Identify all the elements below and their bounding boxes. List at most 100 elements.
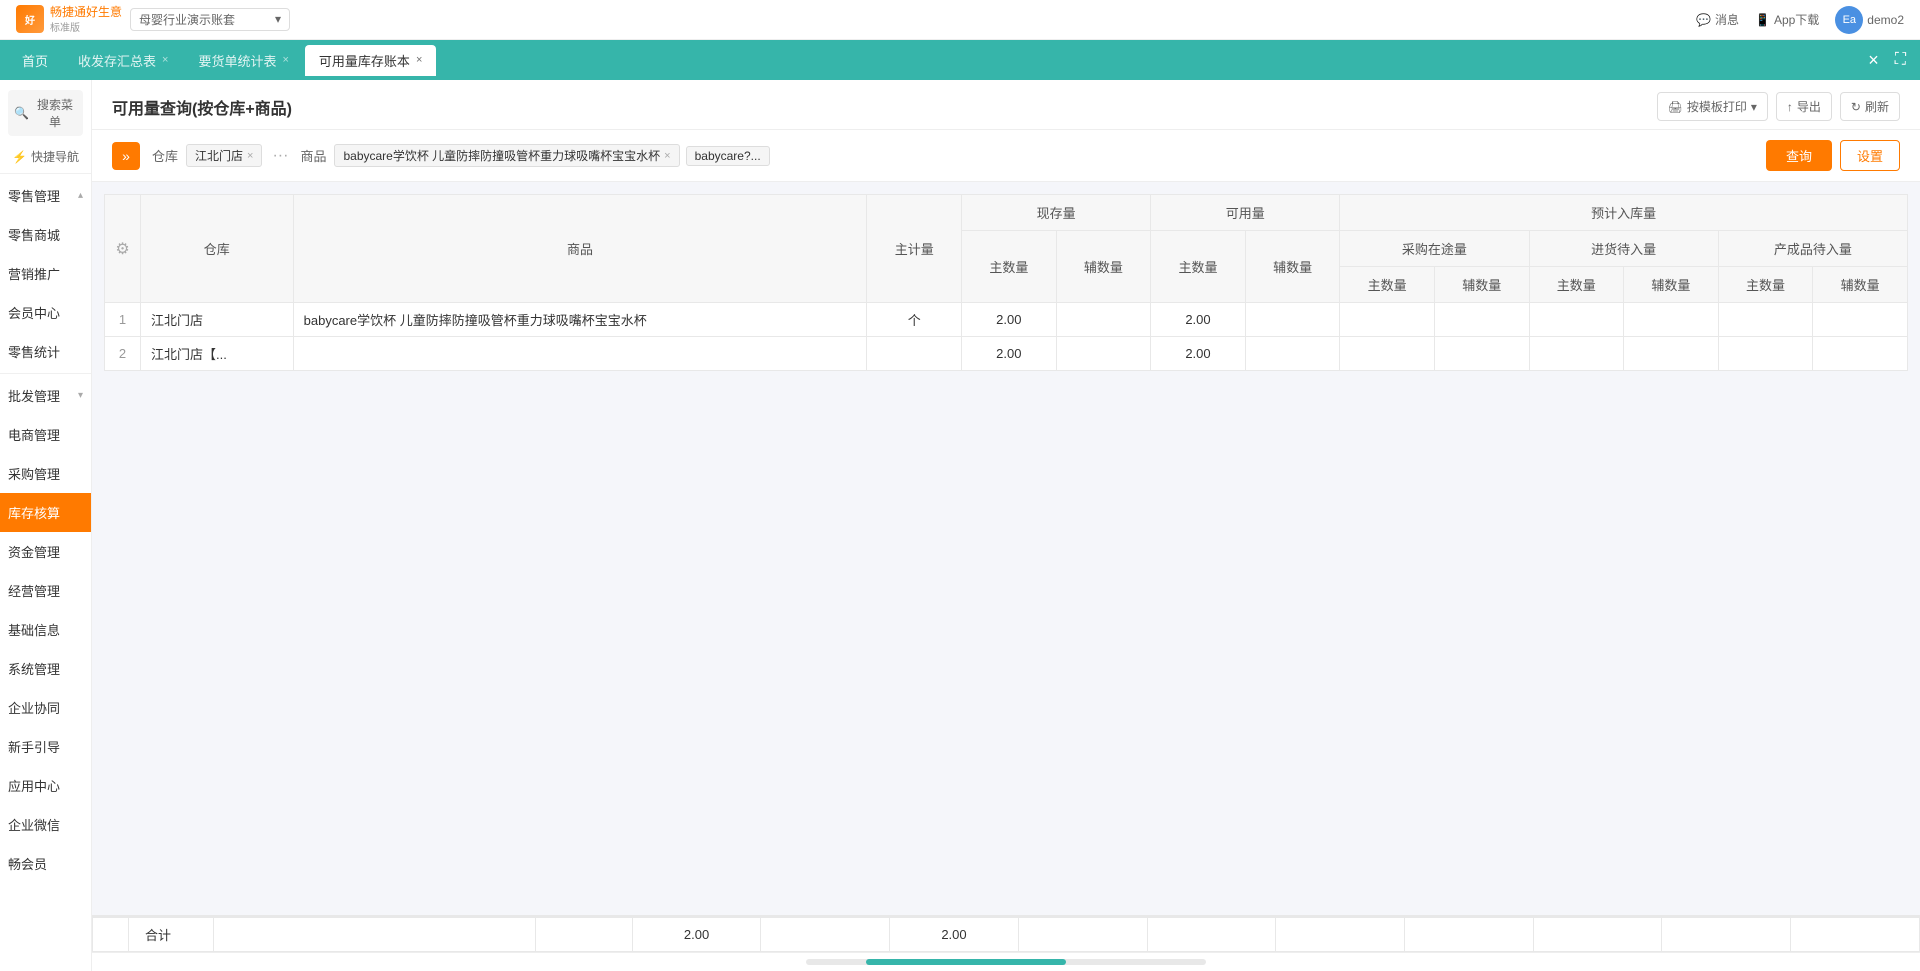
warehouse-tags: 江北门店 × ··· [186, 144, 292, 167]
sidebar-item-retail-mall[interactable]: 零售商城 [0, 215, 91, 254]
sidebar-item-ops[interactable]: 经营管理 [0, 571, 91, 610]
sidebar-item-app-center[interactable]: 应用中心 [0, 766, 91, 805]
chevron-up-icon: ▴ [78, 190, 83, 201]
footer-purchase-main [1147, 918, 1276, 952]
sidebar-item-purchase[interactable]: 采购管理 [0, 454, 91, 493]
table-wrapper: ⚙ 仓库 商品 主计量 现存量 可用量 预计入库量 主数量 辅数量 [92, 182, 1920, 371]
sidebar-item-ecommerce[interactable]: 电商管理 [0, 415, 91, 454]
tab-order-stats[interactable]: 要货单统计表 × [184, 45, 302, 76]
warehouse-tag-jiangbei[interactable]: 江北门店 × [186, 144, 262, 167]
top-bar: 好 畅捷通好生意 标准版 母婴行业演示账套 ▾ 💬 消息 📱 App下载 Ea … [0, 0, 1920, 40]
sidebar-label-member: 畅会员 [8, 854, 47, 873]
cell-incoming-aux [1624, 337, 1719, 371]
tab-home[interactable]: 首页 [8, 45, 62, 76]
footer-cell-product [214, 918, 536, 952]
app-download-action[interactable]: 📱 App下载 [1755, 11, 1819, 28]
cell-unit: 个 [867, 303, 962, 337]
search-menu-button[interactable]: 🔍 搜索菜单 [8, 90, 83, 136]
quick-nav-label: 快捷导航 [31, 148, 79, 165]
remove-product-tag-1-icon[interactable]: × [664, 150, 670, 162]
th-produced-aux: 辅数量 [1813, 267, 1908, 303]
filter-toggle-button[interactable]: » [112, 142, 140, 170]
th-stock-main: 主数量 [962, 231, 1057, 303]
product-tag-2[interactable]: babycare?... [686, 146, 770, 166]
sidebar-label-wholesale-mgmt: 批发管理 [8, 386, 60, 405]
refresh-button[interactable]: ↻ 刷新 [1840, 92, 1900, 121]
cell-unit [867, 337, 962, 371]
product-tag-1-label: babycare学饮杯 儿童防摔防撞吸管杯重力球吸嘴杯宝宝水杯 [343, 147, 660, 164]
print-button[interactable]: 🖨 按模板打印 ▾ [1657, 92, 1768, 121]
sidebar-item-wholesale-mgmt[interactable]: 批发管理 ▾ [0, 376, 91, 415]
cell-produced-aux [1813, 337, 1908, 371]
sidebar-label-new-guide: 新手引导 [8, 737, 60, 756]
sidebar-item-member[interactable]: 畅会员 [0, 844, 91, 883]
th-product: 商品 [293, 195, 867, 303]
top-bar-right: 💬 消息 📱 App下载 Ea demo2 [1696, 6, 1904, 34]
cell-product: babycare学饮杯 儿童防摔防撞吸管杯重力球吸嘴杯宝宝水杯 [293, 303, 867, 337]
table-scroll-area[interactable]: ⚙ 仓库 商品 主计量 现存量 可用量 预计入库量 主数量 辅数量 [92, 182, 1920, 915]
sidebar-item-enterprise-wechat[interactable]: 企业微信 [0, 805, 91, 844]
sidebar-item-enterprise-collab[interactable]: 企业协同 [0, 688, 91, 727]
sidebar-divider-1 [0, 173, 91, 174]
warehouse-tag-label: 江北门店 [195, 147, 243, 164]
table-row: 2 江北门店【... 2.00 2.00 [105, 337, 1908, 371]
filter-bar: » 仓库 江北门店 × ··· 商品 babycare学饮杯 儿童防摔防撞吸管杯… [92, 130, 1920, 182]
sidebar-item-inventory[interactable]: 库存核算 [0, 493, 91, 532]
cell-stock-main: 2.00 [962, 337, 1057, 371]
product-tag-2-label: babycare?... [695, 149, 761, 163]
th-settings: ⚙ [105, 195, 141, 303]
setting-button[interactable]: 设置 [1840, 140, 1900, 171]
bottom-scroll-bar[interactable] [92, 952, 1920, 971]
sidebar-item-retail-mgmt[interactable]: 零售管理 ▴ [0, 176, 91, 215]
th-purchase-main: 主数量 [1340, 267, 1435, 303]
sidebar-item-sys-mgmt[interactable]: 系统管理 [0, 649, 91, 688]
warehouse-more-icon[interactable]: ··· [268, 147, 292, 165]
th-produced-group: 产成品待入量 [1718, 231, 1907, 267]
sidebar-label-ecommerce: 电商管理 [8, 425, 60, 444]
cell-stock-main: 2.00 [962, 303, 1057, 337]
sidebar-item-finance[interactable]: 资金管理 [0, 532, 91, 571]
sidebar-item-retail-stats[interactable]: 零售统计 [0, 332, 91, 371]
footer-available-main: 2.00 [890, 918, 1019, 952]
th-available-group: 可用量 [1151, 195, 1340, 231]
logo-text-area: 畅捷通好生意 标准版 [50, 5, 122, 34]
sidebar-item-base-info[interactable]: 基础信息 [0, 610, 91, 649]
main-layout: 🔍 搜索菜单 ⚡ 快捷导航 零售管理 ▴ 零售商城 营销推广 会员中心 零售统计… [0, 80, 1920, 971]
scroll-track [806, 959, 1206, 965]
cell-num: 2 [105, 337, 141, 371]
query-button[interactable]: 查询 [1766, 140, 1832, 171]
warehouse-filter-label: 仓库 [152, 146, 178, 165]
sidebar-label-purchase: 采购管理 [8, 464, 60, 483]
sidebar-item-member-center[interactable]: 会员中心 [0, 293, 91, 332]
message-action[interactable]: 💬 消息 [1696, 11, 1739, 28]
tab-available-stock[interactable]: 可用量库存账本 × [305, 45, 436, 76]
close-order-stats-icon[interactable]: × [282, 54, 288, 66]
cell-produced-main [1718, 303, 1813, 337]
scroll-thumb[interactable] [866, 959, 1066, 965]
footer-stock-aux [761, 918, 890, 952]
template-select[interactable]: 母婴行业演示账套 ▾ [130, 8, 290, 31]
sidebar-label-enterprise-wechat: 企业微信 [8, 815, 60, 834]
export-button[interactable]: ↑ 导出 [1776, 92, 1832, 121]
remove-warehouse-tag-icon[interactable]: × [247, 150, 253, 162]
table-row: 1 江北门店 babycare学饮杯 儿童防摔防撞吸管杯重力球吸嘴杯宝宝水杯 个… [105, 303, 1908, 337]
print-icon: 🖨 [1668, 100, 1683, 114]
sidebar-item-marketing[interactable]: 营销推广 [0, 254, 91, 293]
close-receive-summary-icon[interactable]: × [162, 54, 168, 66]
user-area[interactable]: Ea demo2 [1835, 6, 1904, 34]
quick-nav-button[interactable]: ⚡ 快捷导航 [0, 142, 91, 171]
sidebar-label-inventory: 库存核算 [8, 503, 60, 522]
footer-available-aux [1018, 918, 1147, 952]
close-available-stock-icon[interactable]: × [416, 54, 422, 66]
product-tag-1[interactable]: babycare学饮杯 儿童防摔防撞吸管杯重力球吸嘴杯宝宝水杯 × [334, 144, 679, 167]
close-all-tabs-button[interactable]: × [1860, 46, 1887, 75]
column-settings-icon[interactable]: ⚙ [115, 241, 129, 258]
sidebar-item-new-guide[interactable]: 新手引导 [0, 727, 91, 766]
expand-icon[interactable]: ⛶ [1889, 47, 1912, 73]
message-icon: 💬 [1696, 13, 1711, 27]
footer-incoming-aux [1533, 918, 1662, 952]
th-produced-main: 主数量 [1718, 267, 1813, 303]
tab-receive-summary[interactable]: 收发存汇总表 × [64, 45, 182, 76]
cell-incoming-main [1529, 337, 1624, 371]
cell-warehouse: 江北门店 [141, 303, 294, 337]
